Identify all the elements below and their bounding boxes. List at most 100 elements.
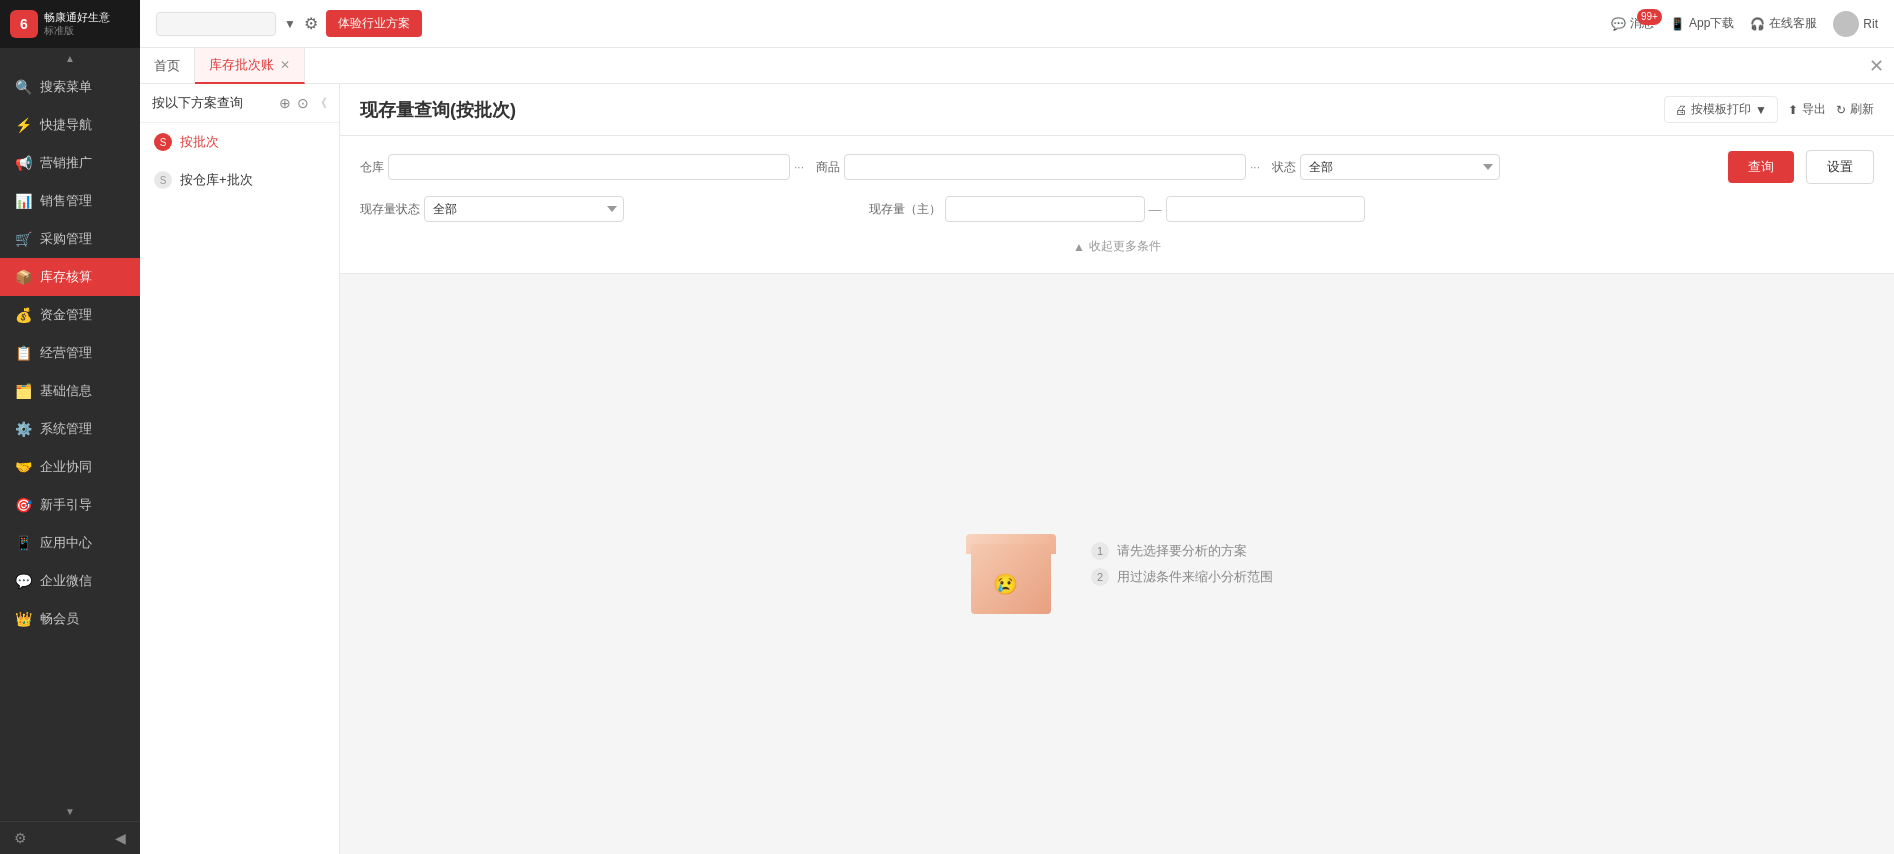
sidebar-item-finance[interactable]: 💰 资金管理	[0, 296, 140, 334]
empty-box: 😢	[971, 544, 1051, 614]
warehouse-more[interactable]: ···	[794, 160, 804, 174]
empty-face: 😢	[993, 572, 1018, 596]
sidebar-item-operations[interactable]: 📋 经营管理	[0, 334, 140, 372]
message-icon: 💬	[1611, 17, 1626, 31]
online-service-item[interactable]: 🎧 在线客服	[1750, 15, 1817, 32]
user-avatar-item[interactable]: Rit	[1833, 11, 1878, 37]
quicknav-icon: ⚡	[14, 116, 32, 134]
left-panel: 按以下方案查询 ⊕ ⊙ 《 S 按批次 S 按仓库+批次	[140, 84, 340, 854]
warehouse-label: 仓库	[360, 159, 384, 176]
settings-footer-button[interactable]: ⚙	[14, 830, 27, 846]
sidebar: 6 畅康通好生意 标准版 ▲ 🔍 搜索菜单 ⚡ 快捷导航 📢 营销推广 📊 销售…	[0, 0, 140, 854]
sidebar-item-appcenter[interactable]: 📱 应用中心	[0, 524, 140, 562]
inventory-qty-max[interactable]	[1166, 196, 1366, 222]
sidebar-item-inventory[interactable]: 📦 库存核算	[0, 258, 140, 296]
status-select[interactable]: 全部 正常 停用	[1300, 154, 1500, 180]
collapse-sidebar-button[interactable]: ◀	[115, 830, 126, 846]
filter-row-2: 现存量状态 全部 有库存 无库存 现存量（主） —	[360, 196, 1874, 222]
app-download-item[interactable]: 📱 App下载	[1670, 15, 1734, 32]
refresh-icon: ↻	[1836, 103, 1846, 117]
tab-home[interactable]: 首页	[140, 48, 195, 84]
scheme-settings-button[interactable]: ⊙	[297, 95, 309, 112]
experience-btn[interactable]: 体验行业方案	[326, 10, 422, 37]
sidebar-item-marketing[interactable]: 📢 营销推广	[0, 144, 140, 182]
messages-item[interactable]: 💬 消息 99+	[1611, 15, 1654, 32]
batch-dot: S	[154, 133, 172, 151]
qty-dash: —	[1145, 202, 1166, 217]
data-area: 😢 1 请先选择要分析的方案 2 用过滤条件来缩小分析范围	[340, 274, 1894, 854]
sidebar-item-newguide[interactable]: 🎯 新手引导	[0, 486, 140, 524]
app-logo: 6	[10, 10, 38, 38]
print-button[interactable]: 🖨 按模板打印 ▼	[1664, 96, 1778, 123]
topbar-dropdown-button[interactable]: ▼	[284, 17, 296, 31]
phone-icon: 📱	[1670, 17, 1685, 31]
empty-hints: 1 请先选择要分析的方案 2 用过滤条件来缩小分析范围	[1091, 542, 1273, 586]
sidebar-item-search[interactable]: 🔍 搜索菜单	[0, 68, 140, 106]
sidebar-header: 6 畅康通好生意 标准版	[0, 0, 140, 48]
status-label: 状态	[1272, 159, 1296, 176]
page-title: 现存量查询(按批次)	[360, 98, 516, 122]
service-icon: 🎧	[1750, 17, 1765, 31]
warehouse-input[interactable]	[388, 154, 790, 180]
sidebar-item-sales[interactable]: 📊 销售管理	[0, 182, 140, 220]
basics-icon: 🗂️	[14, 382, 32, 400]
inventory-qty-group: 现存量（主） —	[869, 196, 1366, 222]
scheme-warehouse-batch[interactable]: S 按仓库+批次	[140, 161, 339, 199]
search-icon: 🔍	[14, 78, 32, 96]
status-filter-group: 状态 全部 正常 停用	[1272, 154, 1716, 180]
member-icon: 👑	[14, 610, 32, 628]
topbar-search-input[interactable]	[156, 12, 276, 36]
sidebar-item-enterprise[interactable]: 🤝 企业协同	[0, 448, 140, 486]
sidebar-item-member[interactable]: 👑 畅会员	[0, 600, 140, 638]
inventory-status-label: 现存量状态	[360, 201, 420, 218]
sidebar-scroll-down[interactable]: ▼	[0, 801, 140, 821]
left-panel-header: 按以下方案查询 ⊕ ⊙ 《	[140, 84, 339, 123]
main-content: ▼ ⚙ 体验行业方案 💬 消息 99+ 📱 App下载 🎧 在线客服 Rit	[140, 0, 1894, 854]
export-button[interactable]: ⬆ 导出	[1788, 101, 1826, 118]
inventory-status-select[interactable]: 全部 有库存 无库存	[424, 196, 624, 222]
app-version: 标准版	[44, 24, 110, 38]
finance-icon: 💰	[14, 306, 32, 324]
filter-area: 仓库 ··· 商品 ··· 状态 全部 正常 停用	[340, 136, 1894, 274]
page-header: 现存量查询(按批次) 🖨 按模板打印 ▼ ⬆ 导出 ↻ 刷新	[340, 84, 1894, 136]
hint-2-text: 用过滤条件来缩小分析范围	[1117, 568, 1273, 586]
product-input[interactable]	[844, 154, 1246, 180]
app-name: 畅康通好生意	[44, 10, 110, 24]
collapse-filter-btn[interactable]: ▲ 收起更多条件	[360, 234, 1874, 259]
empty-state: 😢 1 请先选择要分析的方案 2 用过滤条件来缩小分析范围	[961, 514, 1273, 614]
topbar-gear-button[interactable]: ⚙	[304, 14, 318, 33]
inventory-icon: 📦	[14, 268, 32, 286]
empty-icon: 😢	[961, 514, 1061, 614]
enterprise-icon: 🤝	[14, 458, 32, 476]
appcenter-icon: 📱	[14, 534, 32, 552]
hint-1-text: 请先选择要分析的方案	[1117, 542, 1247, 560]
collapse-left-panel-button[interactable]: 《	[315, 95, 327, 112]
print-icon: 🖨	[1675, 103, 1687, 117]
sidebar-item-system[interactable]: ⚙️ 系统管理	[0, 410, 140, 448]
sidebar-scroll-up[interactable]: ▲	[0, 48, 140, 68]
system-icon: ⚙️	[14, 420, 32, 438]
chevron-up-icon: ▲	[1073, 240, 1085, 254]
topbar: ▼ ⚙ 体验行业方案 💬 消息 99+ 📱 App下载 🎧 在线客服 Rit	[140, 0, 1894, 48]
sidebar-item-wechat[interactable]: 💬 企业微信	[0, 562, 140, 600]
tab-inventory-batch[interactable]: 库存批次账 ✕	[195, 48, 305, 84]
tab-close-icon[interactable]: ✕	[280, 58, 290, 72]
operations-icon: 📋	[14, 344, 32, 362]
query-button[interactable]: 查询	[1728, 151, 1794, 183]
sidebar-item-quicknav[interactable]: ⚡ 快捷导航	[0, 106, 140, 144]
product-more[interactable]: ···	[1250, 160, 1260, 174]
scheme-batch[interactable]: S 按批次	[140, 123, 339, 161]
print-dropdown-icon: ▼	[1755, 103, 1767, 117]
sales-icon: 📊	[14, 192, 32, 210]
wechat-icon: 💬	[14, 572, 32, 590]
hint-1: 1 请先选择要分析的方案	[1091, 542, 1273, 560]
newguide-icon: 🎯	[14, 496, 32, 514]
tab-close-main-icon[interactable]: ✕	[1859, 55, 1894, 77]
sidebar-item-purchase[interactable]: 🛒 采购管理	[0, 220, 140, 258]
inventory-qty-min[interactable]	[945, 196, 1145, 222]
sidebar-footer: ⚙ ◀	[0, 821, 140, 854]
sidebar-item-basics[interactable]: 🗂️ 基础信息	[0, 372, 140, 410]
add-scheme-button[interactable]: ⊕	[279, 95, 291, 112]
refresh-button[interactable]: ↻ 刷新	[1836, 101, 1874, 118]
settings-button[interactable]: 设置	[1806, 150, 1874, 184]
